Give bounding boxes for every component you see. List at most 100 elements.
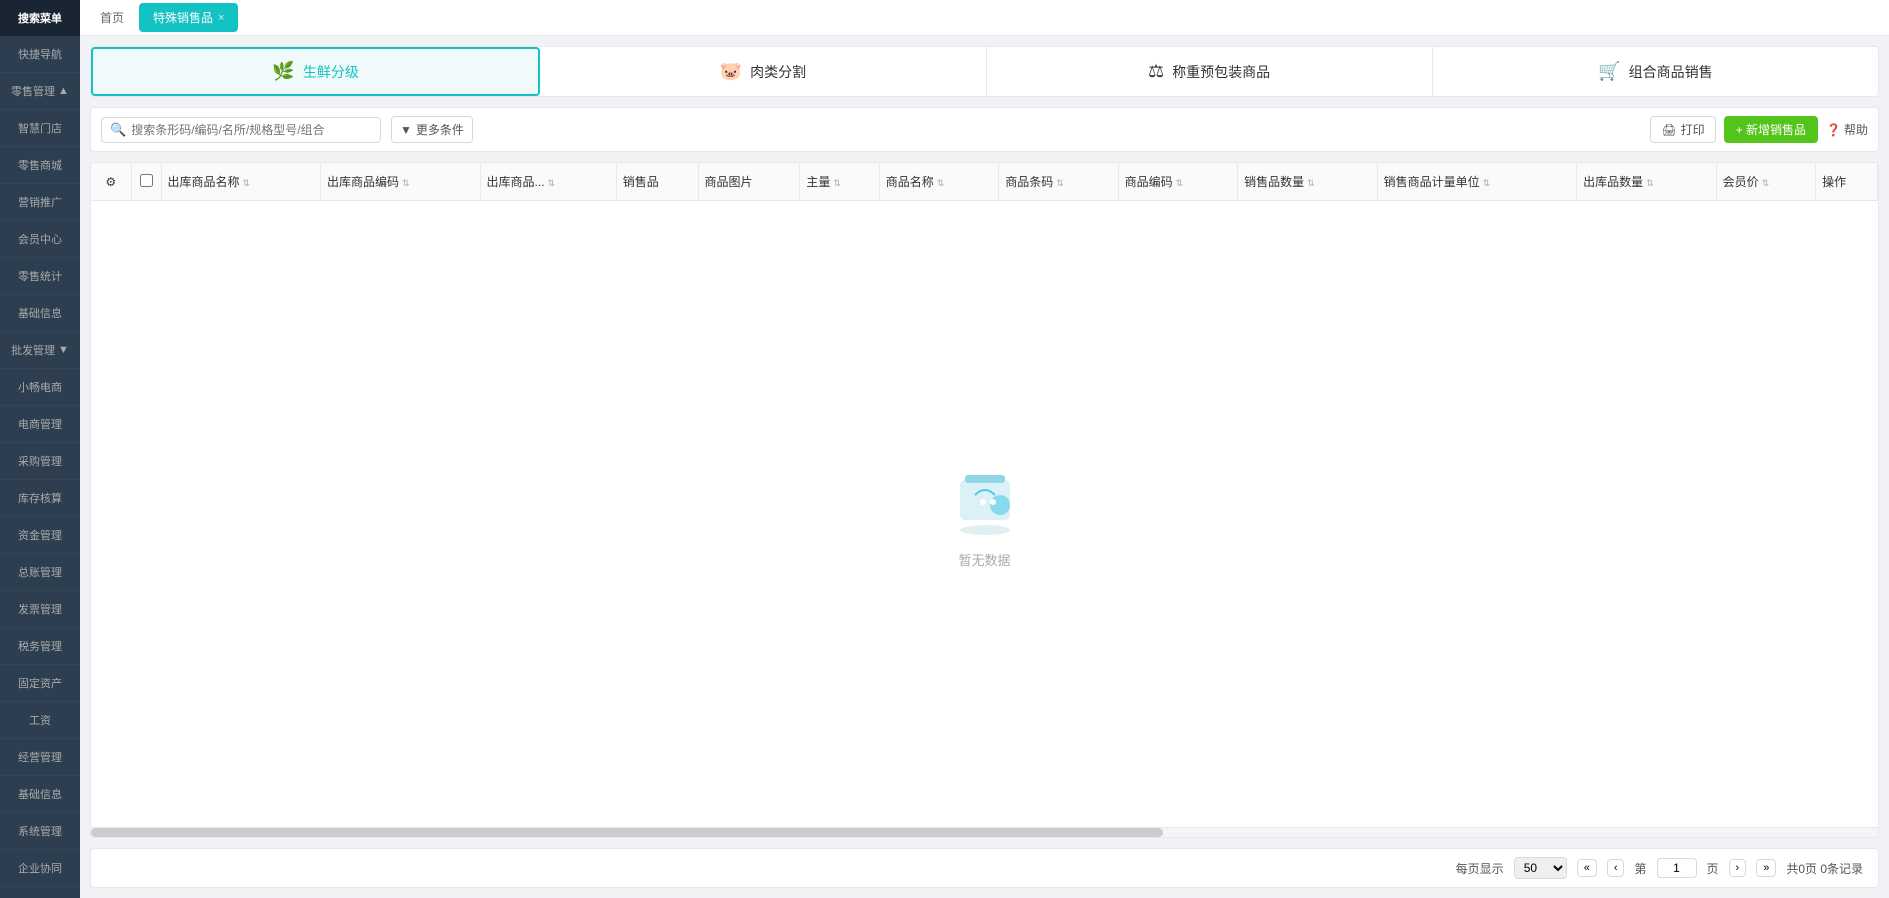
- per-page-select[interactable]: 50 10 20 100: [1514, 857, 1567, 879]
- filter-button[interactable]: ▼ 更多条件: [391, 116, 473, 143]
- sidebar-item-smart-store[interactable]: 智慧门店: [0, 110, 80, 147]
- sidebar-item-ecom-mgmt[interactable]: 电商管理: [0, 406, 80, 443]
- last-page-button[interactable]: »: [1756, 859, 1776, 877]
- page-input[interactable]: [1657, 858, 1697, 878]
- th-out-spec: 出库商品...⇅: [480, 163, 616, 201]
- sidebar-item-finance-mgmt[interactable]: 资金管理: [0, 517, 80, 554]
- cat-tab-meat[interactable]: 🐷 肉类分割: [540, 47, 986, 96]
- fresh-icon: 🌿: [272, 61, 294, 82]
- total-info: 共0页 0条记录: [1786, 860, 1863, 877]
- empty-state-icon: [945, 460, 1025, 540]
- sidebar-item-fixed-assets[interactable]: 固定资产: [0, 665, 80, 702]
- sidebar-item-enterprise-collab[interactable]: 企业协同: [0, 850, 80, 887]
- sidebar-item-mini-ecom[interactable]: 小畅电商: [0, 369, 80, 406]
- sort-icon[interactable]: ⇅: [1483, 178, 1491, 188]
- chevron-icon: ▲: [58, 85, 69, 97]
- sort-icon[interactable]: ⇅: [1762, 178, 1770, 188]
- sidebar-item-purchase-mgmt[interactable]: 采购管理: [0, 443, 80, 480]
- meat-icon: 🐷: [720, 61, 742, 82]
- filter-icon: ▼: [400, 123, 412, 137]
- table-header-row: ⚙ 出库商品名称⇅ 出库商品编码⇅ 出库商品...⇅ 销售品 商品图片 主量⇅ …: [91, 163, 1878, 201]
- search-box[interactable]: 🔍: [101, 117, 381, 143]
- sidebar-item-marketing[interactable]: 营销推广: [0, 184, 80, 221]
- table-container: ⚙ 出库商品名称⇅ 出库商品编码⇅ 出库商品...⇅ 销售品 商品图片 主量⇅ …: [90, 162, 1879, 838]
- sidebar: 搜索菜单 快捷导航 零售管理 ▲ 智慧门店 零售商城 营销推广 会员中心 零售统…: [0, 0, 80, 898]
- sort-icon[interactable]: ⇅: [1056, 178, 1064, 188]
- sidebar-item-quick-nav[interactable]: 快捷导航: [0, 36, 80, 73]
- search-input[interactable]: [131, 123, 371, 137]
- sidebar-item-wholesale-mgmt[interactable]: 批发管理 ▼: [0, 332, 80, 369]
- tab-special-sales[interactable]: 特殊销售品 ×: [139, 3, 238, 32]
- cat-tab-fresh[interactable]: 🌿 生鲜分级: [91, 47, 540, 96]
- sidebar-item-retail-mgmt[interactable]: 零售管理 ▲: [0, 73, 80, 110]
- content-area: 🌿 生鲜分级 🐷 肉类分割 ⚖ 称重预包装商品 🛒 组合商品销售 🔍: [80, 36, 1889, 898]
- cat-tab-combo[interactable]: 🛒 组合商品销售: [1433, 47, 1878, 96]
- sidebar-item-tax-mgmt[interactable]: 税务管理: [0, 628, 80, 665]
- tab-home[interactable]: 首页: [90, 3, 134, 32]
- chevron-down-icon: ▼: [58, 344, 69, 356]
- sort-icon[interactable]: ⇅: [402, 178, 410, 188]
- weigh-icon: ⚖: [1148, 61, 1164, 82]
- sidebar-logo[interactable]: 搜索菜单: [0, 0, 80, 36]
- sort-icon[interactable]: ⇅: [1646, 178, 1654, 188]
- sidebar-item-invoice-mgmt[interactable]: 发票管理: [0, 591, 80, 628]
- sort-icon[interactable]: ⇅: [1307, 178, 1315, 188]
- th-settings[interactable]: ⚙: [91, 163, 131, 201]
- print-button[interactable]: 🖨 打印: [1650, 116, 1715, 143]
- cat-tab-weigh[interactable]: ⚖ 称重预包装商品: [987, 47, 1433, 96]
- th-sale-qty: 销售品数量⇅: [1238, 163, 1377, 201]
- sidebar-item-basic-info-1[interactable]: 基础信息: [0, 295, 80, 332]
- data-table: ⚙ 出库商品名称⇅ 出库商品编码⇅ 出库商品...⇅ 销售品 商品图片 主量⇅ …: [91, 163, 1878, 201]
- sidebar-item-retail-mall[interactable]: 零售商城: [0, 147, 80, 184]
- th-sale-unit: 销售商品计量单位⇅: [1377, 163, 1577, 201]
- prev-page-button[interactable]: ‹: [1607, 859, 1625, 877]
- first-page-button[interactable]: «: [1577, 859, 1597, 877]
- sidebar-item-beginner-guide[interactable]: 新手引导: [0, 887, 80, 898]
- help-button[interactable]: ❓ 帮助: [1826, 121, 1868, 138]
- empty-state-text: 暂无数据: [958, 550, 1010, 569]
- th-out-name: 出库商品名称⇅: [161, 163, 321, 201]
- sidebar-item-system-mgmt[interactable]: 系统管理: [0, 813, 80, 850]
- next-page-button[interactable]: ›: [1729, 859, 1747, 877]
- print-icon: 🖨: [1661, 123, 1676, 137]
- sidebar-item-retail-stats[interactable]: 零售统计: [0, 258, 80, 295]
- th-prod-code: 商品编码⇅: [1118, 163, 1237, 201]
- sidebar-item-salary[interactable]: 工资: [0, 702, 80, 739]
- toolbar-right: 🖨 打印 + 新增销售品 ❓ 帮助: [1650, 116, 1868, 143]
- toolbar: 🔍 ▼ 更多条件 🖨 打印 + 新增销售品 ❓ 帮助: [90, 107, 1879, 152]
- sidebar-item-member-center[interactable]: 会员中心: [0, 221, 80, 258]
- th-sale-item: 销售品: [616, 163, 698, 201]
- sidebar-item-biz-mgmt[interactable]: 经营管理: [0, 739, 80, 776]
- sort-icon[interactable]: ⇅: [548, 178, 556, 188]
- help-icon: ❓: [1826, 123, 1841, 137]
- sidebar-item-inventory[interactable]: 库存核算: [0, 480, 80, 517]
- category-tabs: 🌿 生鲜分级 🐷 肉类分割 ⚖ 称重预包装商品 🛒 组合商品销售: [90, 46, 1879, 97]
- main-content: 首页 特殊销售品 × 🌿 生鲜分级 🐷 肉类分割 ⚖ 称重预包装商品 🛒 组合商…: [80, 0, 1889, 898]
- th-checkbox[interactable]: [131, 163, 161, 201]
- th-image: 商品图片: [698, 163, 800, 201]
- close-tab-icon[interactable]: ×: [218, 12, 224, 24]
- sidebar-item-basic-info-2[interactable]: 基础信息: [0, 776, 80, 813]
- header-tabs: 首页 特殊销售品 ×: [80, 0, 1889, 36]
- th-prod-name: 商品名称⇅: [879, 163, 998, 201]
- horizontal-scrollbar[interactable]: [91, 827, 1878, 837]
- scroll-thumb[interactable]: [91, 828, 1163, 837]
- page-label: 页: [1707, 860, 1719, 877]
- toolbar-left: 🔍 ▼ 更多条件: [101, 116, 473, 143]
- select-all-checkbox[interactable]: [140, 174, 153, 187]
- pagination: 每页显示 50 10 20 100 « ‹ 第 页 › » 共0页 0条记录: [90, 848, 1879, 888]
- per-page-label: 每页显示: [1456, 860, 1504, 877]
- sort-icon[interactable]: ⇅: [243, 178, 251, 188]
- sort-icon[interactable]: ⇅: [937, 178, 945, 188]
- th-out-code: 出库商品编码⇅: [321, 163, 481, 201]
- sort-icon[interactable]: ⇅: [1176, 178, 1184, 188]
- th-main: 主量⇅: [800, 163, 879, 201]
- empty-state: 暂无数据: [91, 201, 1878, 827]
- combo-icon: 🛒: [1598, 61, 1620, 82]
- sidebar-item-ledger-mgmt[interactable]: 总账管理: [0, 554, 80, 591]
- th-member-price: 会员价⇅: [1716, 163, 1815, 201]
- add-product-button[interactable]: + 新增销售品: [1724, 116, 1818, 143]
- page-prefix: 第: [1634, 860, 1646, 877]
- sort-icon[interactable]: ⇅: [833, 178, 841, 188]
- th-action: 操作: [1816, 163, 1878, 201]
